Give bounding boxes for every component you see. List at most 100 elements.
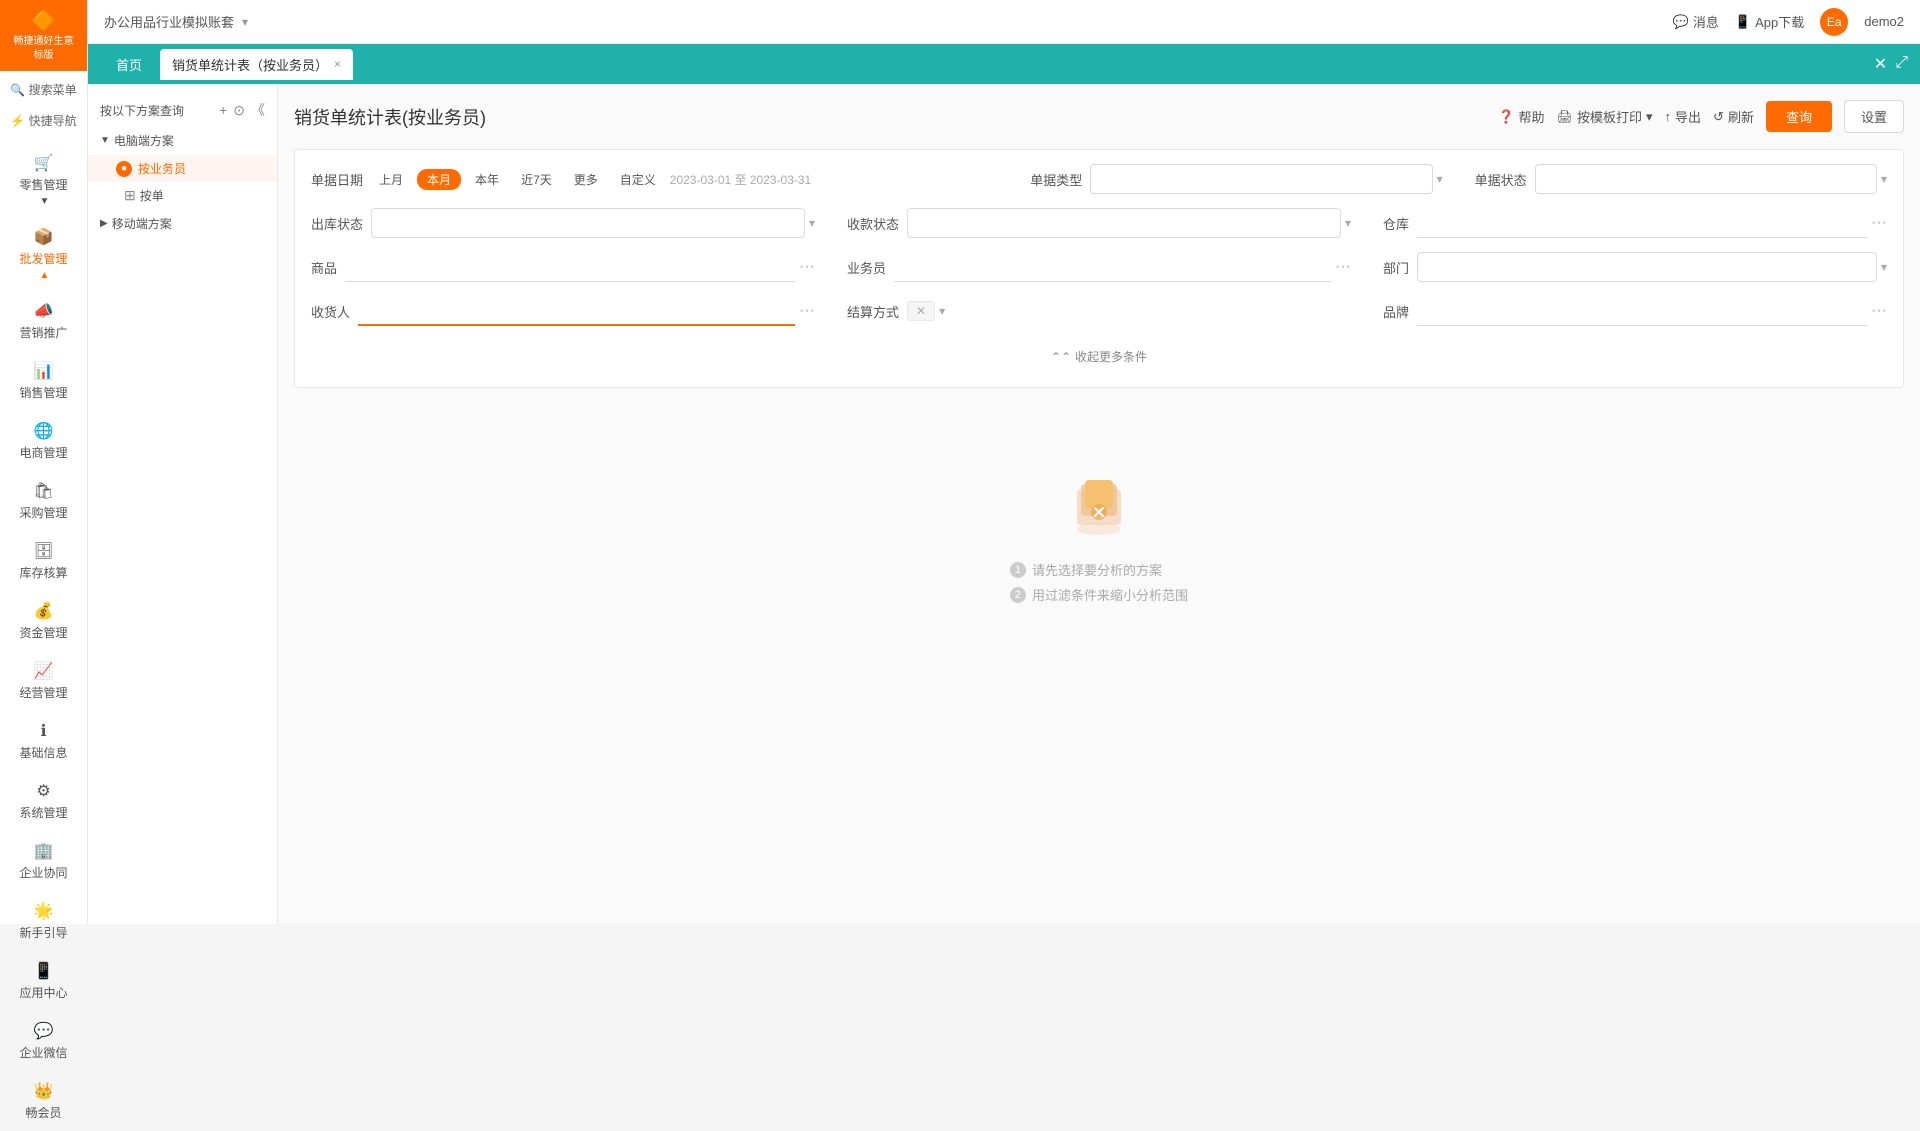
panel-add-btn[interactable]: +	[219, 102, 227, 118]
payment-label: 结算方式	[847, 302, 899, 321]
sidebar-item-inventory[interactable]: 🗄 库存核算	[0, 531, 87, 591]
receipt-dropdown-icon[interactable]: ▾	[1345, 216, 1351, 230]
date-btn-last-month[interactable]: 上月	[371, 169, 411, 190]
sidebar-item-purchase[interactable]: 🛍 采购管理	[0, 471, 87, 531]
filter-stock-out: 出库状态 ▾	[311, 208, 815, 238]
tab-close-btn[interactable]: ×	[334, 57, 341, 71]
sidebar-item-member[interactable]: 👑 畅会员	[0, 1071, 87, 1131]
help-label: 帮助	[1518, 107, 1544, 126]
brand-input[interactable]	[1417, 296, 1867, 326]
collapse-btn[interactable]: ⌃⌃ 收起更多条件	[1051, 348, 1147, 365]
department-select[interactable]	[1417, 252, 1877, 282]
basic-icon: ℹ	[40, 721, 46, 741]
tree-child-salesman[interactable]: ● 按业务员	[88, 155, 277, 182]
brand-dots-icon[interactable]: ···	[1871, 302, 1887, 320]
sidebar-item-retail[interactable]: 🛒 零售管理 ▼	[0, 143, 87, 217]
sidebar-quick-nav[interactable]: ⚡ 快捷导航	[0, 106, 87, 135]
sidebar-item-basic[interactable]: ℹ 基础信息	[0, 711, 87, 771]
panel-settings-btn[interactable]: ⊙	[233, 102, 245, 119]
export-link[interactable]: ↑ 导出	[1665, 107, 1702, 126]
goods-input[interactable]	[345, 252, 795, 282]
sidebar-label-retail: 零售管理	[19, 176, 67, 193]
print-icon: 🖨	[1556, 109, 1573, 125]
tab-active[interactable]: 销货单统计表（按业务员） ×	[160, 49, 353, 80]
sidebar-label-wechat: 企业微信	[19, 1044, 67, 1061]
goods-dots-icon[interactable]: ···	[799, 258, 815, 276]
sidebar-item-finance[interactable]: 💰 资金管理	[0, 591, 87, 651]
sidebar-item-operations[interactable]: 📈 经营管理	[0, 651, 87, 711]
payment-dropdown-icon[interactable]: ▾	[939, 304, 945, 318]
order-type-dropdown-icon[interactable]: ▾	[1437, 172, 1443, 186]
user-avatar[interactable]: Ea	[1820, 8, 1848, 36]
tree-parent-mobile[interactable]: ▶ 移动端方案	[88, 209, 277, 238]
refresh-link[interactable]: ↺ 刷新	[1713, 107, 1754, 126]
sidebar-item-wholesale[interactable]: 📦 批发管理 ▲	[0, 217, 87, 291]
receipt-label: 收款状态	[847, 214, 899, 233]
date-btn-this-month[interactable]: 本月	[417, 169, 461, 190]
empty-tip-2: 2 用过滤条件来缩小分析范围	[1010, 585, 1188, 604]
sidebar-label-newbie: 新手引导	[19, 924, 67, 941]
order-type-select[interactable]	[1090, 164, 1432, 194]
tab-minimize-btn[interactable]: ✕	[1874, 54, 1887, 74]
sidebar-item-sales[interactable]: 📊 销售管理	[0, 351, 87, 411]
warehouse-input[interactable]	[1417, 208, 1867, 238]
filter-payment: 结算方式 ✕ ▾	[847, 301, 1351, 321]
tab-home[interactable]: 首页	[100, 49, 158, 80]
tab-expand-btn[interactable]: ⤢	[1895, 54, 1908, 74]
stock-out-select[interactable]	[371, 208, 805, 238]
department-dropdown-icon[interactable]: ▾	[1881, 260, 1887, 274]
ecommerce-icon: 🌐	[34, 421, 54, 441]
help-link[interactable]: ❓ 帮助	[1498, 107, 1544, 126]
date-btn-this-year[interactable]: 本年	[467, 169, 507, 190]
sidebar-item-apps[interactable]: 📱 应用中心	[0, 951, 87, 1011]
salesman-input[interactable]	[894, 252, 1331, 282]
date-btn-7days[interactable]: 近7天	[513, 169, 560, 190]
sidebar-logo[interactable]: 🔶 畅捷通好生意 标版	[0, 0, 87, 71]
date-btn-custom[interactable]: 自定义	[612, 169, 664, 190]
export-label: 导出	[1675, 107, 1701, 126]
message-btn[interactable]: 💬 消息	[1673, 12, 1719, 31]
order-status-dropdown-icon[interactable]: ▾	[1881, 172, 1887, 186]
order-status-select[interactable]	[1535, 164, 1877, 194]
filter-order-type: 单据类型 ▾	[1030, 164, 1442, 194]
consignee-dots-icon[interactable]: ···	[799, 302, 815, 320]
search-icon: 🔍	[10, 83, 25, 97]
app-download-btn[interactable]: 📱 App下载	[1735, 12, 1804, 31]
tree-sub-order[interactable]: ⊞ 按单	[88, 182, 277, 209]
panel-header: 按以下方案查询 + ⊙ 《	[88, 94, 277, 126]
payment-tag-close-btn[interactable]: ✕	[916, 304, 926, 318]
print-dropdown-icon: ▾	[1646, 109, 1653, 125]
sidebar-item-wechat[interactable]: 💬 企业微信	[0, 1011, 87, 1071]
panel-collapse-btn[interactable]: 《	[251, 100, 265, 120]
consignee-input[interactable]	[358, 296, 795, 326]
tree-salesman-label: 按业务员	[138, 160, 186, 177]
template-print-link[interactable]: 🖨 按模板打印 ▾	[1556, 107, 1652, 126]
help-icon: ❓	[1498, 109, 1514, 125]
quick-label: 快捷导航	[29, 114, 77, 128]
sidebar-item-system[interactable]: ⚙ 系统管理	[0, 771, 87, 831]
settings-btn[interactable]: 设置	[1844, 100, 1904, 133]
retail-arrow: ▼	[40, 196, 50, 207]
sidebar-search[interactable]: 🔍 搜索菜单	[0, 71, 87, 106]
goods-label: 商品	[311, 258, 337, 277]
sidebar-item-newbie[interactable]: 🌟 新手引导	[0, 891, 87, 951]
filter-area: 单据日期 上月 本月 本年 近7天 更多 自定义 2023-03-01 至 20…	[294, 149, 1904, 388]
top-header: 办公用品行业模拟账套 ▾ 💬 消息 📱 App下载 Ea demo2	[88, 0, 1920, 44]
search-btn[interactable]: 查询	[1766, 101, 1832, 132]
sidebar: 🔶 畅捷通好生意 标版 🔍 搜索菜单 ⚡ 快捷导航 🛒 零售管理 ▼ 📦 批发管…	[0, 0, 88, 924]
tree-mobile: ▶ 移动端方案	[88, 209, 277, 238]
tip-num-1: 1	[1010, 562, 1026, 578]
tree-parent-desktop[interactable]: ▼ 电脑端方案	[88, 126, 277, 155]
filter-department: 部门 ▾	[1383, 252, 1887, 282]
warehouse-dots-icon[interactable]: ···	[1871, 214, 1887, 232]
empty-tips: 1 请先选择要分析的方案 2 用过滤条件来缩小分析范围	[1010, 560, 1188, 604]
sidebar-item-ecommerce[interactable]: 🌐 电商管理	[0, 411, 87, 471]
page-title-row: 销货单统计表(按业务员) ❓ 帮助 🖨 按模板打印 ▾ ↑ 导出	[294, 100, 1904, 133]
sidebar-item-marketing[interactable]: 📣 营销推广	[0, 291, 87, 351]
salesman-dots-icon[interactable]: ···	[1335, 258, 1351, 276]
sidebar-item-enterprise[interactable]: 🏢 企业协同	[0, 831, 87, 891]
date-btn-more[interactable]: 更多	[566, 169, 606, 190]
receipt-select[interactable]	[907, 208, 1341, 238]
member-icon: 👑	[34, 1081, 54, 1101]
stock-out-dropdown-icon[interactable]: ▾	[809, 216, 815, 230]
